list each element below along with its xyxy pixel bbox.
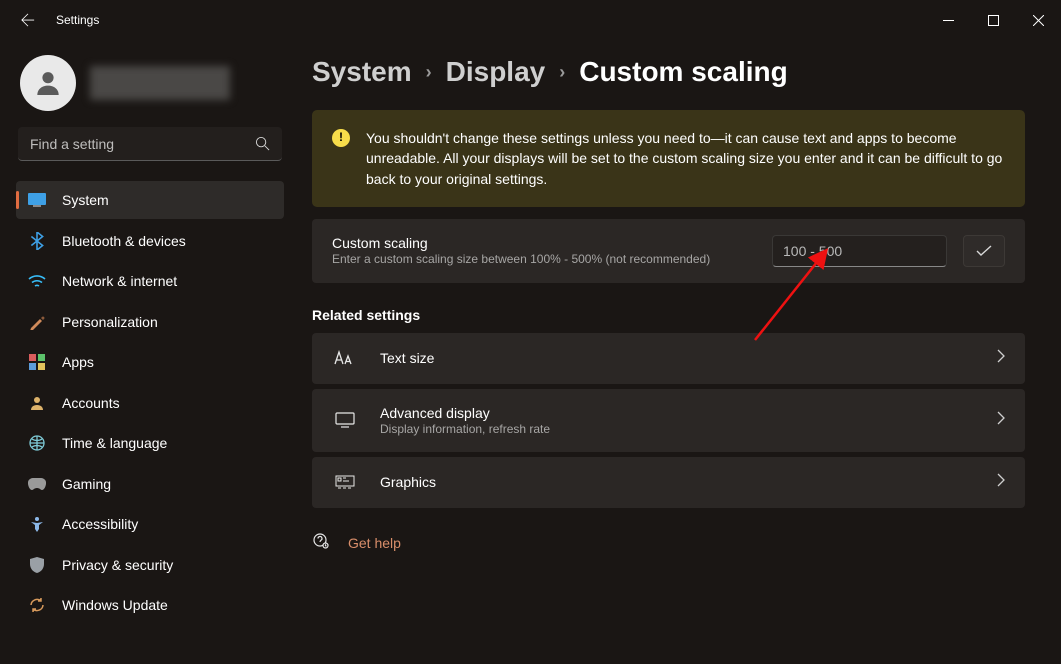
page-title: Custom scaling (579, 56, 787, 88)
sidebar-item-accounts[interactable]: Accounts (16, 384, 284, 422)
custom-scaling-desc: Enter a custom scaling size between 100%… (332, 252, 772, 266)
system-icon (28, 191, 46, 209)
graphics-title: Graphics (380, 474, 997, 490)
advanced-display-card[interactable]: Advanced display Display information, re… (312, 389, 1025, 452)
confirm-scaling-button[interactable] (963, 235, 1005, 267)
custom-scaling-title: Custom scaling (332, 235, 772, 251)
advanced-display-icon (332, 412, 358, 428)
sidebar-item-system[interactable]: System (16, 181, 284, 219)
chevron-right-icon (997, 349, 1005, 368)
breadcrumb-display[interactable]: Display (446, 56, 546, 88)
breadcrumb: System › Display › Custom scaling (312, 56, 1025, 88)
sidebar-item-personalization[interactable]: Personalization (16, 303, 284, 341)
main-content: System › Display › Custom scaling ! You … (300, 40, 1061, 664)
chevron-right-icon (997, 473, 1005, 492)
close-button[interactable] (1016, 0, 1061, 40)
gaming-icon (28, 475, 46, 493)
avatar (20, 55, 76, 111)
help-icon (312, 532, 330, 555)
sidebar-item-privacy[interactable]: Privacy & security (16, 546, 284, 584)
sidebar-item-label: Personalization (62, 314, 158, 330)
graphics-icon (332, 475, 358, 489)
text-size-icon (332, 350, 358, 366)
advanced-display-title: Advanced display (380, 405, 997, 421)
sidebar: System Bluetooth & devices Network & int… (0, 40, 300, 664)
text-size-card[interactable]: Text size (312, 333, 1025, 384)
sidebar-item-label: Network & internet (62, 273, 177, 289)
window-title: Settings (56, 13, 99, 27)
privacy-icon (28, 556, 46, 574)
text-size-title: Text size (380, 350, 997, 366)
chevron-right-icon: › (559, 62, 565, 83)
related-settings-header: Related settings (312, 307, 1025, 323)
warning-text: You shouldn't change these settings unle… (366, 128, 1005, 189)
network-icon (28, 272, 46, 290)
nav-list: System Bluetooth & devices Network & int… (16, 181, 284, 627)
get-help-link[interactable]: Get help (348, 535, 401, 551)
sidebar-item-label: Apps (62, 354, 94, 370)
custom-scaling-input[interactable] (772, 235, 947, 267)
sidebar-item-label: Time & language (62, 435, 167, 451)
time-language-icon (28, 434, 46, 452)
search-input[interactable] (18, 127, 282, 161)
apps-icon (28, 353, 46, 371)
custom-scaling-card: Custom scaling Enter a custom scaling si… (312, 219, 1025, 283)
sidebar-item-accessibility[interactable]: Accessibility (16, 505, 284, 543)
sidebar-item-time-language[interactable]: Time & language (16, 424, 284, 462)
sidebar-item-label: System (62, 192, 109, 208)
minimize-button[interactable] (926, 0, 971, 40)
sidebar-item-bluetooth[interactable]: Bluetooth & devices (16, 222, 284, 260)
user-name-redacted (90, 66, 230, 100)
sidebar-item-apps[interactable]: Apps (16, 343, 284, 381)
accessibility-icon (28, 515, 46, 533)
back-button[interactable] (20, 12, 36, 28)
advanced-display-sub: Display information, refresh rate (380, 422, 997, 436)
chevron-right-icon (997, 411, 1005, 430)
accounts-icon (28, 394, 46, 412)
chevron-right-icon: › (426, 62, 432, 83)
sidebar-item-label: Windows Update (62, 597, 168, 613)
user-account-row[interactable] (16, 55, 284, 111)
titlebar: Settings (0, 0, 1061, 40)
sidebar-item-windows-update[interactable]: Windows Update (16, 586, 284, 624)
get-help-row: Get help (312, 532, 1025, 555)
search-icon (255, 136, 270, 156)
sidebar-item-network[interactable]: Network & internet (16, 262, 284, 300)
windows-update-icon (28, 596, 46, 614)
personalization-icon (28, 313, 46, 331)
check-icon (976, 245, 992, 257)
bluetooth-icon (28, 232, 46, 250)
search-box[interactable] (18, 127, 282, 161)
sidebar-item-label: Gaming (62, 476, 111, 492)
sidebar-item-label: Privacy & security (62, 557, 173, 573)
sidebar-item-label: Accounts (62, 395, 120, 411)
warning-icon: ! (332, 129, 350, 147)
graphics-card[interactable]: Graphics (312, 457, 1025, 508)
sidebar-item-label: Accessibility (62, 516, 138, 532)
warning-banner: ! You shouldn't change these settings un… (312, 110, 1025, 207)
breadcrumb-system[interactable]: System (312, 56, 412, 88)
sidebar-item-gaming[interactable]: Gaming (16, 465, 284, 503)
maximize-button[interactable] (971, 0, 1016, 40)
sidebar-item-label: Bluetooth & devices (62, 233, 186, 249)
